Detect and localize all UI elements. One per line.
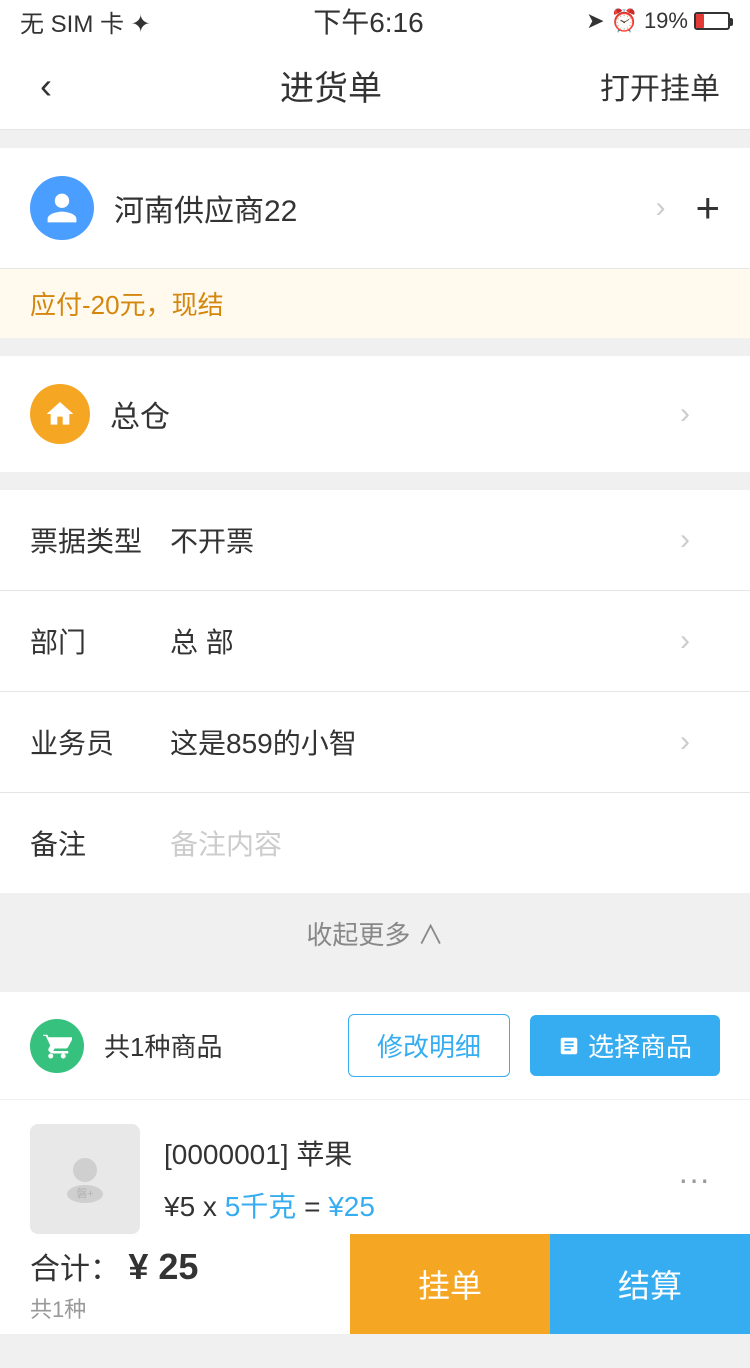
total-value: ¥ 25 — [128, 1246, 198, 1287]
alarm-icon: ⏰ — [611, 8, 638, 34]
equals: = — [304, 1191, 328, 1222]
notice-bar: 应付-20元，现结 — [0, 269, 750, 338]
supplier-name: 河南供应商22 — [114, 186, 655, 230]
product-thumb-icon: 磐+ — [55, 1149, 115, 1209]
product-name: [0000001] 苹果 — [164, 1133, 644, 1173]
edit-detail-button[interactable]: 修改明细 — [348, 1014, 510, 1077]
page-title: 进货单 — [280, 61, 382, 110]
product-info: [0000001] 苹果 ¥5 x 5千克 = ¥25 — [164, 1133, 644, 1225]
invoice-chevron-icon: › — [680, 523, 690, 557]
select-product-button[interactable]: 选择商品 — [530, 1015, 720, 1076]
warehouse-chevron-icon: › — [680, 397, 690, 431]
product-thumbnail: 磐+ — [30, 1124, 140, 1234]
open-hang-button[interactable]: 打开挂单 — [600, 64, 720, 108]
remark-label: 备注 — [30, 823, 170, 863]
user-icon — [44, 190, 80, 226]
quantity: 5千克 — [225, 1191, 297, 1222]
section-divider-2 — [0, 338, 750, 356]
warehouse-icon-wrap — [30, 384, 90, 444]
product-count-label: 共1种商品 — [104, 1027, 328, 1064]
location-icon: ➤ — [586, 8, 604, 34]
back-button[interactable]: ‹ — [30, 55, 62, 117]
section-divider-1 — [0, 130, 750, 148]
warehouse-icon — [44, 398, 76, 430]
shopping-icon — [42, 1031, 72, 1061]
battery-level: 19% — [644, 8, 688, 34]
nav-bar: ‹ 进货单 打开挂单 — [0, 42, 750, 130]
warehouse-row[interactable]: 总仓 › — [0, 356, 750, 472]
total-info: 合计： ¥ 25 共1种 — [0, 1244, 350, 1324]
unit-price: ¥5 x — [164, 1191, 225, 1222]
product-header: 共1种商品 修改明细 选择商品 — [0, 992, 750, 1099]
product-icon-wrap — [30, 1019, 84, 1073]
dept-label: 部门 — [30, 621, 170, 661]
invoice-type-row[interactable]: 票据类型 不开票 › — [0, 490, 750, 591]
dept-row[interactable]: 部门 总 部 › — [0, 591, 750, 692]
section-divider-3 — [0, 472, 750, 490]
staff-label: 业务员 — [30, 722, 170, 762]
supplier-row[interactable]: 河南供应商22 › + — [0, 148, 750, 269]
warehouse-name: 总仓 — [110, 392, 680, 436]
checkout-button[interactable]: 结算 — [550, 1234, 750, 1334]
bottom-bar: 合计： ¥ 25 共1种 挂单 结算 — [0, 1234, 750, 1334]
collapse-button[interactable]: 收起更多 ∧ — [0, 893, 750, 974]
dept-value: 总 部 — [170, 621, 680, 661]
status-time: 下午6:16 — [313, 1, 424, 41]
invoice-value: 不开票 — [170, 520, 680, 560]
status-right: ➤ ⏰ 19% — [586, 8, 730, 34]
hang-button[interactable]: 挂单 — [350, 1234, 550, 1334]
product-price-row: ¥5 x 5千克 = ¥25 — [164, 1185, 644, 1225]
status-bar: 无 SIM 卡 ✦ 下午6:16 ➤ ⏰ 19% — [0, 0, 750, 42]
sim-status: 无 SIM 卡 ✦ — [20, 4, 151, 39]
select-product-icon — [558, 1035, 580, 1057]
invoice-label: 票据类型 — [30, 520, 170, 560]
staff-chevron-icon: › — [680, 725, 690, 759]
battery-icon — [694, 12, 730, 30]
staff-value: 这是859的小智 — [170, 722, 680, 762]
product-code: [0000001] — [164, 1139, 296, 1170]
dept-chevron-icon: › — [680, 624, 690, 658]
select-product-label: 选择商品 — [588, 1027, 692, 1064]
product-title: 苹果 — [296, 1139, 352, 1170]
total-sub: 共1种 — [30, 1292, 320, 1324]
remark-row[interactable]: 备注 备注内容 — [0, 793, 750, 893]
status-left: 无 SIM 卡 ✦ — [20, 4, 151, 39]
supplier-avatar — [30, 176, 94, 240]
chevron-right-icon: › — [655, 191, 665, 225]
line-total: ¥25 — [328, 1191, 375, 1222]
remark-input[interactable]: 备注内容 — [170, 823, 720, 863]
total-amount: 合计： ¥ 25 — [30, 1244, 320, 1288]
product-menu-button[interactable]: ··· — [668, 1151, 720, 1208]
svg-text:磐+: 磐+ — [76, 1186, 93, 1200]
total-label: 合计： — [30, 1253, 120, 1286]
add-icon[interactable]: + — [695, 184, 720, 232]
staff-row[interactable]: 业务员 这是859的小智 › — [0, 692, 750, 793]
